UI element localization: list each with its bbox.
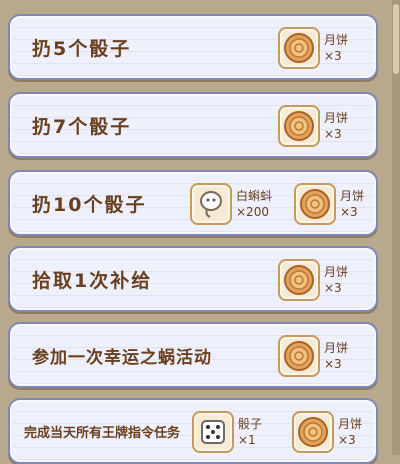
task-title: 拾取1次补给 (32, 269, 153, 292)
mooncake-icon (278, 259, 320, 301)
mooncake-icon (278, 335, 320, 377)
tadpole-icon (190, 183, 232, 225)
reward-item: 月饼 ×3 (278, 103, 348, 149)
reward-quantity: ×1 (238, 433, 256, 447)
reward-name: 月饼 (340, 189, 365, 203)
scrollbar-thumb[interactable] (393, 4, 399, 74)
task-card[interactable]: 扔10个骰子 白蝌蚪 ×200 月饼 ×3 (8, 170, 378, 236)
reward-item: 月饼 ×3 (294, 181, 364, 227)
reward-name: 月饼 (324, 111, 349, 125)
mooncake-icon (278, 27, 320, 69)
reward-item: 骰子 ×1 (192, 409, 262, 455)
reward-item: 月饼 ×3 (278, 25, 348, 71)
reward-name: 月饼 (338, 417, 363, 431)
mooncake-icon (292, 411, 334, 453)
reward-name: 骰子 (238, 417, 263, 431)
task-card[interactable]: 完成当天所有王牌指令任务 骰子 ×1 月饼 ×3 (8, 398, 378, 464)
reward-item: 月饼 ×3 (292, 409, 362, 455)
mooncake-icon (278, 105, 320, 147)
reward-name: 白蝌蚪 (236, 189, 273, 203)
task-title: 扔10个骰子 (32, 193, 147, 216)
reward-quantity: ×3 (324, 281, 342, 295)
reward-name: 月饼 (324, 341, 349, 355)
reward-name: 月饼 (324, 265, 349, 279)
reward-item: 月饼 ×3 (278, 333, 348, 379)
task-title: 完成当天所有王牌指令任务 (24, 425, 181, 441)
task-title: 扔5个骰子 (32, 37, 132, 60)
reward-quantity: ×200 (236, 205, 269, 219)
reward-quantity: ×3 (324, 357, 342, 371)
task-card[interactable]: 扔7个骰子 月饼 ×3 (8, 92, 378, 158)
mooncake-icon (294, 183, 336, 225)
dice-icon (192, 411, 234, 453)
task-card[interactable]: 拾取1次补给 月饼 ×3 (8, 246, 378, 312)
scrollbar-track[interactable] (392, 0, 400, 455)
reward-item: 白蝌蚪 ×200 (190, 181, 272, 227)
reward-name: 月饼 (324, 33, 349, 47)
reward-quantity: ×3 (340, 205, 358, 219)
reward-quantity: ×3 (338, 433, 356, 447)
task-card[interactable]: 扔5个骰子 月饼 ×3 (8, 14, 378, 80)
reward-item: 月饼 ×3 (278, 257, 348, 303)
reward-quantity: ×3 (324, 49, 342, 63)
reward-quantity: ×3 (324, 127, 342, 141)
task-title: 参加一次幸运之蜗活动 (32, 347, 212, 368)
task-title: 扔7个骰子 (32, 115, 132, 138)
task-card[interactable]: 参加一次幸运之蜗活动 月饼 ×3 (8, 322, 378, 388)
